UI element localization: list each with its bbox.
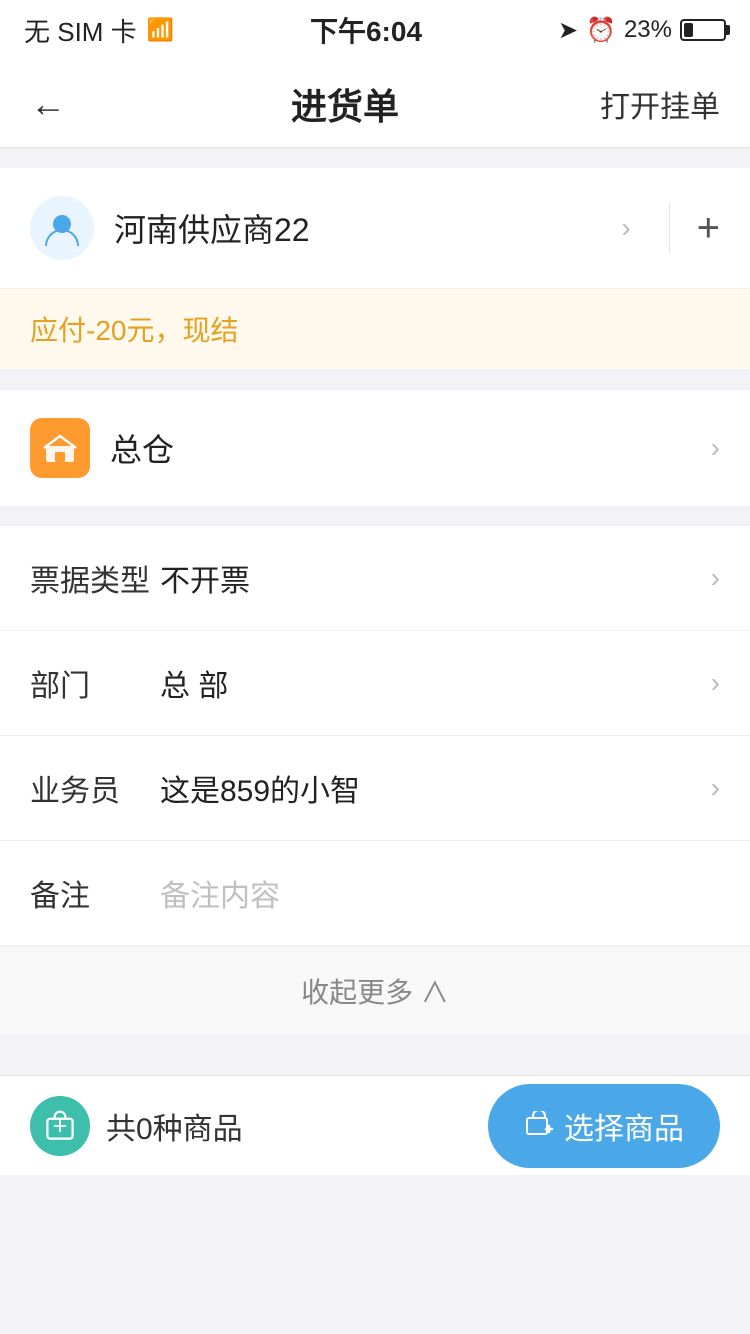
salesperson-chevron-icon: › (711, 772, 720, 804)
section-gap-1 (0, 148, 750, 168)
add-supplier-button[interactable]: + (697, 206, 720, 251)
invoice-chevron-icon: › (711, 562, 720, 594)
select-goods-icon (524, 1111, 554, 1141)
wifi-icon: 📶 (147, 17, 174, 43)
divider (669, 203, 670, 253)
warehouse-label: 总仓 (110, 425, 711, 471)
department-row[interactable]: 部门 总 部 › (0, 631, 750, 736)
department-chevron-icon: › (711, 667, 720, 699)
form-card: 票据类型 不开票 › 部门 总 部 › 业务员 这是859的小智 › 备注 备注… (0, 526, 750, 1035)
supplier-card: 河南供应商22 › + 应付-20元，现结 (0, 168, 750, 369)
supplier-name: 河南供应商22 (114, 205, 621, 251)
open-pending-button[interactable]: 打开挂单 (600, 82, 720, 126)
carrier-text: 无 SIM 卡 (24, 12, 137, 49)
back-button[interactable]: ← (30, 83, 90, 125)
status-bar: 无 SIM 卡 📶 下午6:04 ➤ ⏰ 23% (0, 0, 750, 60)
status-left: 无 SIM 卡 📶 (24, 12, 174, 49)
location-icon: ➤ (558, 16, 578, 45)
invoice-label: 票据类型 (30, 556, 150, 600)
goods-icon (30, 1096, 90, 1156)
page-title: 进货单 (291, 78, 399, 130)
supplier-chevron-icon: › (621, 212, 630, 244)
warehouse-row[interactable]: 总仓 › (0, 389, 750, 506)
department-label: 部门 (30, 661, 150, 705)
invoice-value: 不开票 (150, 556, 711, 600)
warehouse-chevron-icon: › (711, 432, 720, 464)
section-gap-2 (0, 369, 750, 389)
section-gap-3 (0, 506, 750, 526)
warehouse-icon (30, 418, 90, 478)
goods-count: 共0种商品 (106, 1104, 488, 1148)
alarm-icon: ⏰ (586, 16, 616, 45)
alert-banner: 应付-20元，现结 (0, 289, 750, 369)
select-goods-label: 选择商品 (564, 1104, 684, 1148)
collapse-button[interactable]: 收起更多 ∧ (0, 946, 750, 1035)
supplier-avatar (30, 196, 94, 260)
salesperson-row[interactable]: 业务员 这是859的小智 › (0, 736, 750, 841)
battery-icon (680, 19, 726, 41)
note-label: 备注 (30, 871, 150, 915)
department-value: 总 部 (150, 661, 711, 705)
salesperson-value: 这是859的小智 (150, 766, 711, 810)
battery-percent: 23% (624, 16, 672, 44)
status-right: ➤ ⏰ 23% (558, 16, 726, 45)
invoice-row[interactable]: 票据类型 不开票 › (0, 526, 750, 631)
select-goods-button[interactable]: 选择商品 (488, 1084, 720, 1168)
bottom-bar: 共0种商品 选择商品 (0, 1075, 750, 1175)
note-placeholder[interactable]: 备注内容 (150, 871, 720, 915)
note-row[interactable]: 备注 备注内容 (0, 841, 750, 946)
warehouse-card: 总仓 › (0, 389, 750, 506)
section-gap-4 (0, 1035, 750, 1055)
nav-bar: ← 进货单 打开挂单 (0, 60, 750, 148)
salesperson-label: 业务员 (30, 766, 150, 810)
supplier-row[interactable]: 河南供应商22 › + (0, 168, 750, 289)
status-time: 下午6:04 (310, 10, 422, 50)
